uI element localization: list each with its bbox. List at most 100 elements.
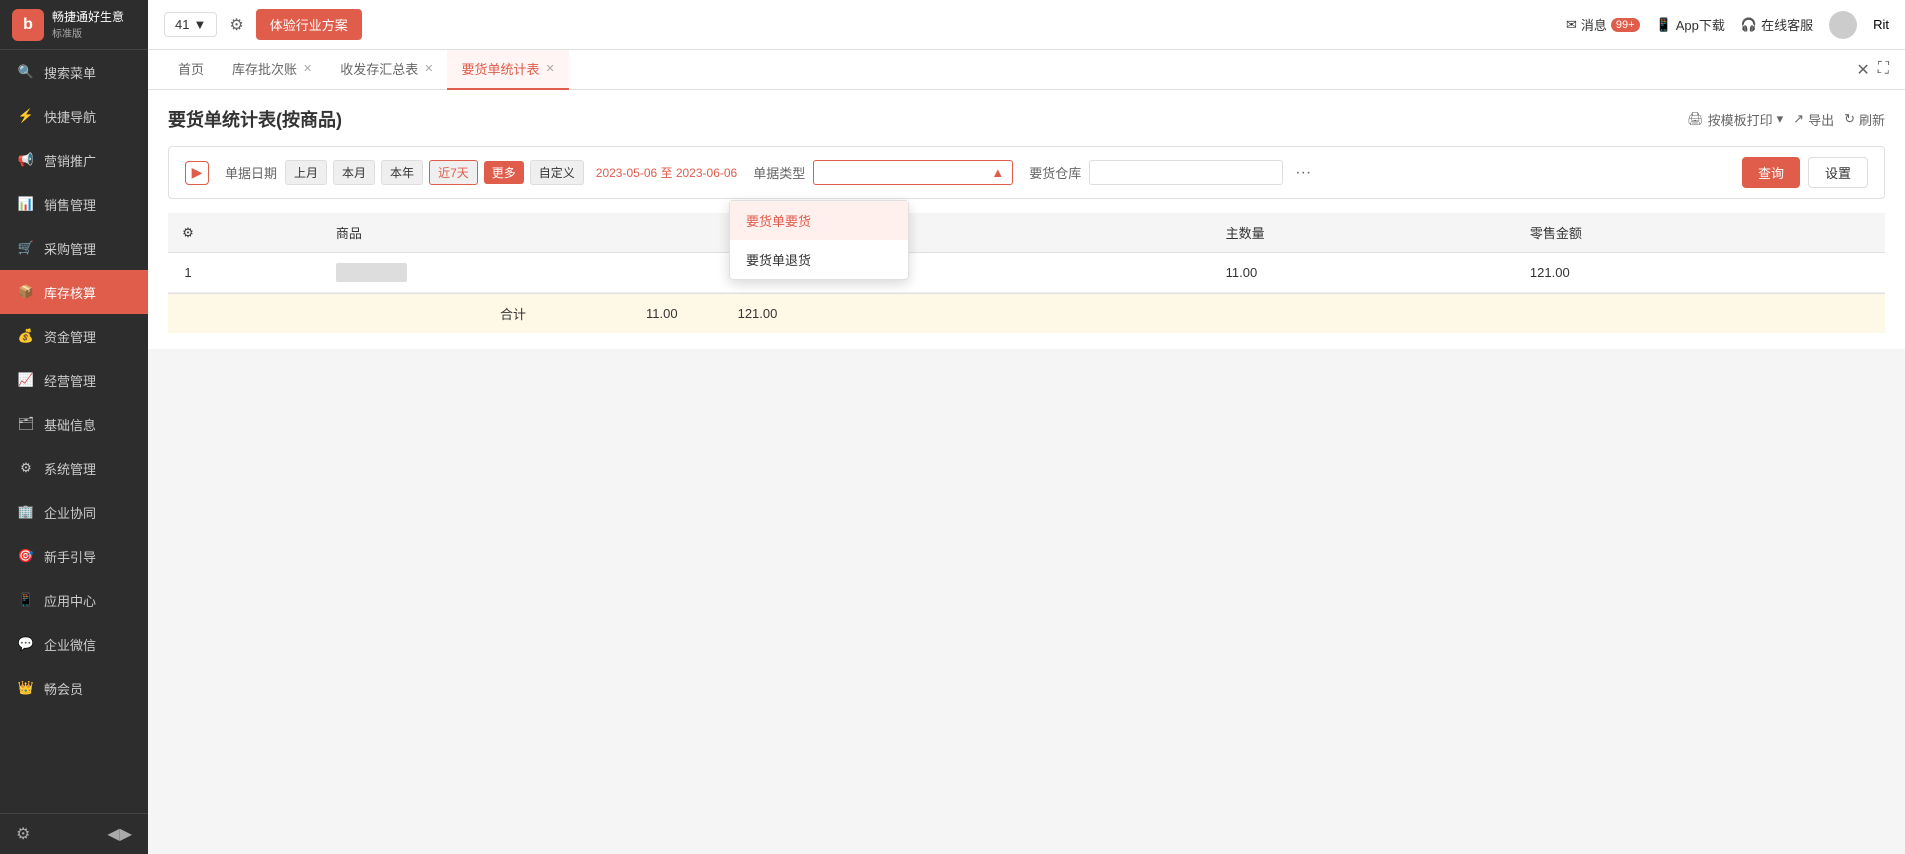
tabs-bar: 首页库存批次账 ✕收发存汇总表 ✕要货单统计表 ✕ ✕ ⛶ xyxy=(148,50,1905,90)
date-this-year[interactable]: 本年 xyxy=(381,160,423,185)
table-body: 1 ██████ 块 11.00 121.00 xyxy=(168,253,1885,293)
nav-icon-guide: 🎯 xyxy=(16,546,36,566)
export-button[interactable]: ↗ 导出 xyxy=(1793,110,1834,129)
date-custom-button[interactable]: 自定义 xyxy=(530,160,584,185)
tab-close-receive-summary[interactable]: ✕ xyxy=(424,62,433,75)
chevron-down-icon: ▼ xyxy=(193,17,206,32)
filter-bar: ▶ 单据日期 上月 本月 本年 近7天 更多 自定义 2023-05-06 至 … xyxy=(168,146,1885,199)
app-logo-text: 畅捷通好生意 标准版 xyxy=(52,9,124,41)
maximize-icon[interactable]: ⛶ xyxy=(1878,60,1889,80)
date-this-month[interactable]: 本月 xyxy=(333,160,375,185)
nav-label-wechat: 企业微信 xyxy=(44,635,96,654)
settings-icon[interactable]: ⚙ xyxy=(16,824,30,844)
date-7days[interactable]: 近7天 xyxy=(429,160,478,185)
table-header-row: ⚙ 商品 主计量单位 主数量 零售金额 xyxy=(168,213,1885,253)
type-select[interactable]: ▲ xyxy=(813,160,1013,185)
nav-label-enterprise: 企业协同 xyxy=(44,503,96,522)
nav-icon-enterprise: 🏢 xyxy=(16,502,36,522)
nav-label-sales: 销售管理 xyxy=(44,195,96,214)
type-dropdown-menu: 要货单要货 要货单退货 xyxy=(729,200,909,280)
nav-icon-search: 🔍 xyxy=(16,62,36,82)
tab-close-order-stats[interactable]: ✕ xyxy=(546,62,555,75)
footer-amount: 121.00 xyxy=(738,306,778,321)
print-button[interactable]: 🖨 按模板打印 ▾ xyxy=(1687,110,1783,129)
nav-label-purchase: 采购管理 xyxy=(44,239,96,258)
user-avatar[interactable] xyxy=(1829,11,1857,39)
filter-more-button[interactable]: ··· xyxy=(1295,164,1311,182)
table-footer: 合计 11.00 121.00 xyxy=(168,293,1885,333)
topbar: 41 ▼ ⚙ 体验行业方案 ✉ 消息 99+ 📱 App下载 🎧 在线客服 Ri… xyxy=(148,0,1905,50)
sidebar-item-system[interactable]: ⚙ 系统管理 xyxy=(0,446,148,490)
sidebar-item-sales[interactable]: 📊 销售管理 xyxy=(0,182,148,226)
data-table: ⚙ 商品 主计量单位 主数量 零售金额 1 xyxy=(168,213,1885,293)
dropdown-item-1[interactable]: 要货单退货 xyxy=(730,240,908,279)
sidebar-item-search[interactable]: 🔍 搜索菜单 xyxy=(0,50,148,94)
warehouse-input[interactable] xyxy=(1089,160,1283,185)
th-amount: 零售金额 xyxy=(1518,213,1885,253)
sidebar-item-basic[interactable]: 🗂 基础信息 xyxy=(0,402,148,446)
tab-inventory-batch[interactable]: 库存批次账 ✕ xyxy=(218,50,326,90)
page-actions: 🖨 按模板打印 ▾ ↗ 导出 ↻ 刷新 xyxy=(1687,110,1885,129)
app-logo-icon: b xyxy=(12,9,44,41)
filter-expand-button[interactable]: ▶ xyxy=(185,161,209,185)
trial-button[interactable]: 体验行业方案 xyxy=(256,9,362,40)
collapse-icon[interactable]: ◀▶ xyxy=(107,824,132,844)
settings-button[interactable]: 设置 xyxy=(1808,157,1868,188)
sidebar-item-inventory[interactable]: 📦 库存核算 xyxy=(0,270,148,314)
tab-receive-summary[interactable]: 收发存汇总表 ✕ xyxy=(326,50,447,90)
sidebar-item-wechat[interactable]: 💬 企业微信 xyxy=(0,622,148,666)
date-range-display: 2023-05-06 至 2023-06-06 xyxy=(596,164,737,181)
page-header: 要货单统计表(按商品) 🖨 按模板打印 ▾ ↗ 导出 ↻ 刷新 xyxy=(168,106,1885,132)
company-dropdown[interactable]: 41 ▼ xyxy=(164,12,217,37)
print-icon: 🖨 xyxy=(1687,111,1704,127)
online-service-button[interactable]: 🎧 在线客服 xyxy=(1741,15,1813,34)
type-filter-group: 单据类型 ▲ xyxy=(753,160,1013,185)
tab-close-inventory-batch[interactable]: ✕ xyxy=(303,62,312,75)
nav-label-appstore: 应用中心 xyxy=(44,591,96,610)
table-row: 1 ██████ 块 11.00 121.00 xyxy=(168,253,1885,293)
date-more-button[interactable]: 更多 xyxy=(484,161,524,184)
td-index: 1 xyxy=(168,253,208,293)
nav-label-shortcut: 快捷导航 xyxy=(44,107,96,126)
nav-label-guide: 新手引导 xyxy=(44,547,96,566)
refresh-button[interactable]: ↻ 刷新 xyxy=(1844,110,1885,129)
nav-label-search: 搜索菜单 xyxy=(44,63,96,82)
download-icon: 📱 xyxy=(1656,17,1672,33)
chevron-up-icon: ▲ xyxy=(991,165,1004,180)
th-index xyxy=(208,213,324,253)
sidebar-item-vip[interactable]: 👑 畅会员 xyxy=(0,666,148,710)
topbar-left: 41 ▼ ⚙ 体验行业方案 xyxy=(164,9,362,40)
date-last-month[interactable]: 上月 xyxy=(285,160,327,185)
messages-button[interactable]: ✉ 消息 99+ xyxy=(1566,15,1640,34)
sidebar-item-marketing[interactable]: 📢 营销推广 xyxy=(0,138,148,182)
nav-icon-purchase: 🛒 xyxy=(16,238,36,258)
user-name: Rit xyxy=(1873,17,1889,32)
tab-home[interactable]: 首页 xyxy=(164,50,218,90)
sidebar-item-appstore[interactable]: 📱 应用中心 xyxy=(0,578,148,622)
dropdown-item-0[interactable]: 要货单要货 xyxy=(730,201,908,240)
sidebar-item-guide[interactable]: 🎯 新手引导 xyxy=(0,534,148,578)
main-area: 41 ▼ ⚙ 体验行业方案 ✉ 消息 99+ 📱 App下载 🎧 在线客服 Ri… xyxy=(148,0,1905,854)
sidebar-item-shortcut[interactable]: ⚡ 快捷导航 xyxy=(0,94,148,138)
sidebar-item-operation[interactable]: 📈 经营管理 xyxy=(0,358,148,402)
nav-label-vip: 畅会员 xyxy=(44,679,83,698)
topbar-gear-icon[interactable]: ⚙ xyxy=(229,15,243,35)
nav-label-operation: 经营管理 xyxy=(44,371,96,390)
nav-label-finance: 资金管理 xyxy=(44,327,96,346)
close-tab-icon[interactable]: ✕ xyxy=(1856,60,1869,80)
th-settings[interactable]: ⚙ xyxy=(168,213,208,253)
query-button[interactable]: 查询 xyxy=(1742,157,1800,188)
sidebar-item-enterprise[interactable]: 🏢 企业协同 xyxy=(0,490,148,534)
sidebar-item-finance[interactable]: 💰 资金管理 xyxy=(0,314,148,358)
td-goods: ██████ xyxy=(324,253,784,293)
td-qty: 11.00 xyxy=(1214,253,1518,293)
nav-icon-appstore: 📱 xyxy=(16,590,36,610)
nav-icon-system: ⚙ xyxy=(16,458,36,478)
app-download-button[interactable]: 📱 App下载 xyxy=(1656,15,1725,34)
sidebar-item-purchase[interactable]: 🛒 采购管理 xyxy=(0,226,148,270)
filter-right-actions: 查询 设置 xyxy=(1742,157,1868,188)
topbar-right: ✉ 消息 99+ 📱 App下载 🎧 在线客服 Rit xyxy=(1566,11,1889,39)
nav-label-inventory: 库存核算 xyxy=(44,283,96,302)
tab-order-stats[interactable]: 要货单统计表 ✕ xyxy=(447,50,568,90)
sidebar-nav: 🔍 搜索菜单 ⚡ 快捷导航 📢 营销推广 📊 销售管理 🛒 采购管理 📦 库存核… xyxy=(0,50,148,813)
